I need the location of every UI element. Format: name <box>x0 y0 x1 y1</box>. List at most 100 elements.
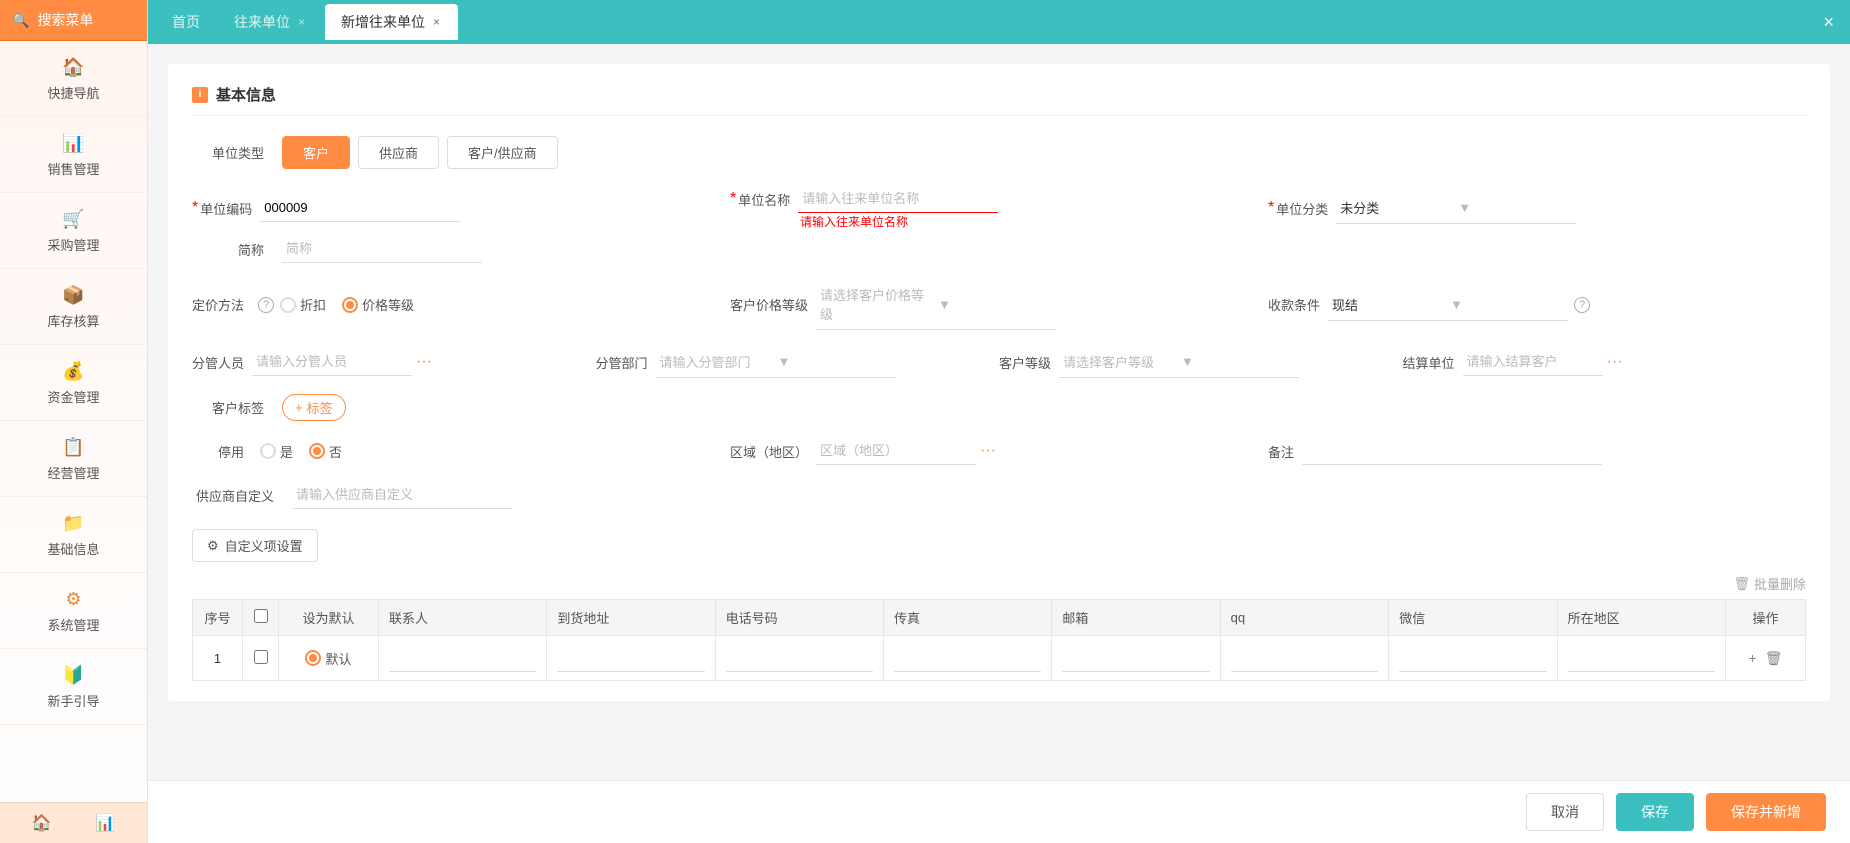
row-seq: 1 <box>193 636 243 681</box>
department-label: 分管部门 <box>596 353 656 372</box>
payment-condition-field: 收款条件 现结 ▼ ? <box>1268 289 1806 321</box>
contacts-table: 序号 设为默认 联系人 到货地址 电话号码 传真 邮箱 qq 微信 所在地区 <box>192 599 1806 681</box>
unit-btn-both[interactable]: 客户/供应商 <box>447 136 558 169</box>
sidebar-label-basic-info: 基础信息 <box>47 539 99 558</box>
save-new-button[interactable]: 保存并新增 <box>1706 793 1826 831</box>
sidebar-item-basic-info[interactable]: 📁 基础信息 <box>0 497 147 573</box>
sidebar-search[interactable]: 🔍 搜索菜单 <box>0 0 147 41</box>
col-region: 所在地区 <box>1557 600 1725 636</box>
abbr-input[interactable] <box>282 235 482 263</box>
tag-add-label: 标签 <box>307 398 333 417</box>
row-phone-input[interactable] <box>726 644 873 672</box>
row-region-input[interactable] <box>1568 644 1715 672</box>
cancel-button[interactable]: 取消 <box>1526 793 1604 831</box>
batch-delete-button[interactable]: 🗑 批量删除 <box>1733 574 1806 593</box>
supplier-custom-input[interactable] <box>292 481 512 509</box>
sidebar-item-sales[interactable]: 📊 销售管理 <box>0 117 147 193</box>
row-email[interactable] <box>1052 636 1220 681</box>
col-qq: qq <box>1220 600 1389 636</box>
main-area: 首页 往来单位 × 新增往来单位 × × i 基本信息 单位类型 客户 <box>148 0 1850 843</box>
col-default: 设为默认 <box>279 600 379 636</box>
row-address[interactable] <box>547 636 715 681</box>
row-delete-icon[interactable]: 🗑 <box>1765 650 1783 667</box>
unit-category-select[interactable]: 未分类 ▼ <box>1336 192 1576 224</box>
sidebar-bottom-icon1[interactable]: 🏠 <box>32 813 52 833</box>
sidebar-item-guide[interactable]: 🔰 新手引导 <box>0 649 147 725</box>
row-fax[interactable] <box>883 636 1051 681</box>
unit-name-input[interactable] <box>798 185 998 213</box>
tab-bar-close-button[interactable]: × <box>1815 12 1842 33</box>
row-contact[interactable] <box>379 636 547 681</box>
unit-type-label: 单位类型 <box>192 143 272 162</box>
pricing-help-icon[interactable]: ? <box>258 297 274 313</box>
row-email-input[interactable] <box>1062 644 1209 672</box>
manager-ellipsis[interactable]: ··· <box>412 353 436 371</box>
batch-delete-area: 🗑 批量删除 <box>192 574 1806 593</box>
sidebar-item-quick-nav[interactable]: 🏠 快捷导航 <box>0 41 147 117</box>
row-qq[interactable] <box>1220 636 1389 681</box>
pricing-price-level[interactable]: 价格等级 <box>342 295 414 314</box>
sidebar-item-operations[interactable]: 📋 经营管理 <box>0 421 147 497</box>
row-wechat[interactable] <box>1389 636 1557 681</box>
region-label: 区域（地区） <box>730 442 816 461</box>
row-default-radio[interactable]: 默认 <box>289 649 368 668</box>
department-select[interactable]: 请输入分管部门 ▼ <box>656 346 896 378</box>
sidebar-item-purchase[interactable]: 🛒 采购管理 <box>0 193 147 269</box>
sidebar-item-system[interactable]: ⚙ 系统管理 <box>0 573 147 649</box>
payment-help-icon[interactable]: ? <box>1574 297 1590 313</box>
disable-yes[interactable]: 是 <box>260 442 293 461</box>
row-checkbox[interactable] <box>254 650 268 664</box>
tab-partners-close[interactable]: × <box>296 15 307 29</box>
tab-new-partner-close[interactable]: × <box>431 15 442 29</box>
settlement-input[interactable] <box>1463 348 1603 376</box>
row-qq-input[interactable] <box>1231 644 1379 672</box>
row-address-input[interactable] <box>557 644 704 672</box>
payment-condition-select[interactable]: 现结 ▼ <box>1328 289 1568 321</box>
tab-new-partner[interactable]: 新增往来单位 × <box>325 4 458 40</box>
unit-name-label: 单位名称 <box>738 190 798 209</box>
tag-add-button[interactable]: + 标签 <box>282 394 346 421</box>
unit-btn-supplier[interactable]: 供应商 <box>358 136 439 169</box>
basic-info-icon: 📁 <box>62 511 86 535</box>
customer-level-select[interactable]: 请选择客户等级 ▼ <box>1059 346 1299 378</box>
remark-field: 备注 <box>1268 437 1806 465</box>
disable-no[interactable]: 否 <box>309 442 342 461</box>
select-all-checkbox[interactable] <box>254 609 268 623</box>
tab-partners[interactable]: 往来单位 × <box>218 4 323 40</box>
remark-input[interactable] <box>1302 437 1602 465</box>
settlement-ellipsis[interactable]: ··· <box>1603 353 1627 371</box>
sidebar-bottom-icon2[interactable]: 📊 <box>95 813 115 833</box>
customer-tag-row: 客户标签 + 标签 <box>192 394 1806 421</box>
row-wechat-input[interactable] <box>1399 644 1546 672</box>
system-icon: ⚙ <box>62 587 86 611</box>
row-region[interactable] <box>1557 636 1725 681</box>
customer-price-level-placeholder: 请选择客户价格等级 <box>820 285 934 323</box>
sidebar-item-inventory[interactable]: 📦 库存核算 <box>0 269 147 345</box>
custom-settings-button[interactable]: ⚙ 自定义项设置 <box>192 529 318 562</box>
row-add-icon[interactable]: + <box>1749 650 1757 666</box>
disable-yes-label: 是 <box>280 442 293 461</box>
pricing-label: 定价方法 <box>192 295 252 314</box>
col-wechat: 微信 <box>1389 600 1557 636</box>
region-ellipsis[interactable]: ··· <box>976 442 1000 460</box>
row-phone[interactable] <box>715 636 883 681</box>
department-field: 分管部门 请输入分管部门 ▼ <box>596 346 1000 378</box>
row-default-dot <box>305 650 321 666</box>
save-button[interactable]: 保存 <box>1616 793 1694 831</box>
tab-home[interactable]: 首页 <box>156 4 216 40</box>
disable-label: 停用 <box>192 442 252 461</box>
customer-price-level-select[interactable]: 请选择客户价格等级 ▼ <box>816 279 1056 330</box>
row-checkbox-cell <box>243 636 279 681</box>
unit-code-input[interactable] <box>260 194 460 222</box>
row-contact-input[interactable] <box>389 644 536 672</box>
unit-category-field: * 单位分类 未分类 ▼ <box>1268 185 1806 231</box>
section-title-icon: i <box>192 87 208 103</box>
pricing-discount[interactable]: 折扣 <box>280 295 326 314</box>
payment-condition-arrow: ▼ <box>1450 297 1564 312</box>
region-input[interactable] <box>816 437 976 465</box>
manager-input[interactable] <box>252 348 412 376</box>
unit-btn-customer[interactable]: 客户 <box>282 136 350 169</box>
row-fax-input[interactable] <box>894 644 1041 672</box>
sidebar-item-finance[interactable]: 💰 资金管理 <box>0 345 147 421</box>
discount-radio-dot <box>280 297 296 313</box>
